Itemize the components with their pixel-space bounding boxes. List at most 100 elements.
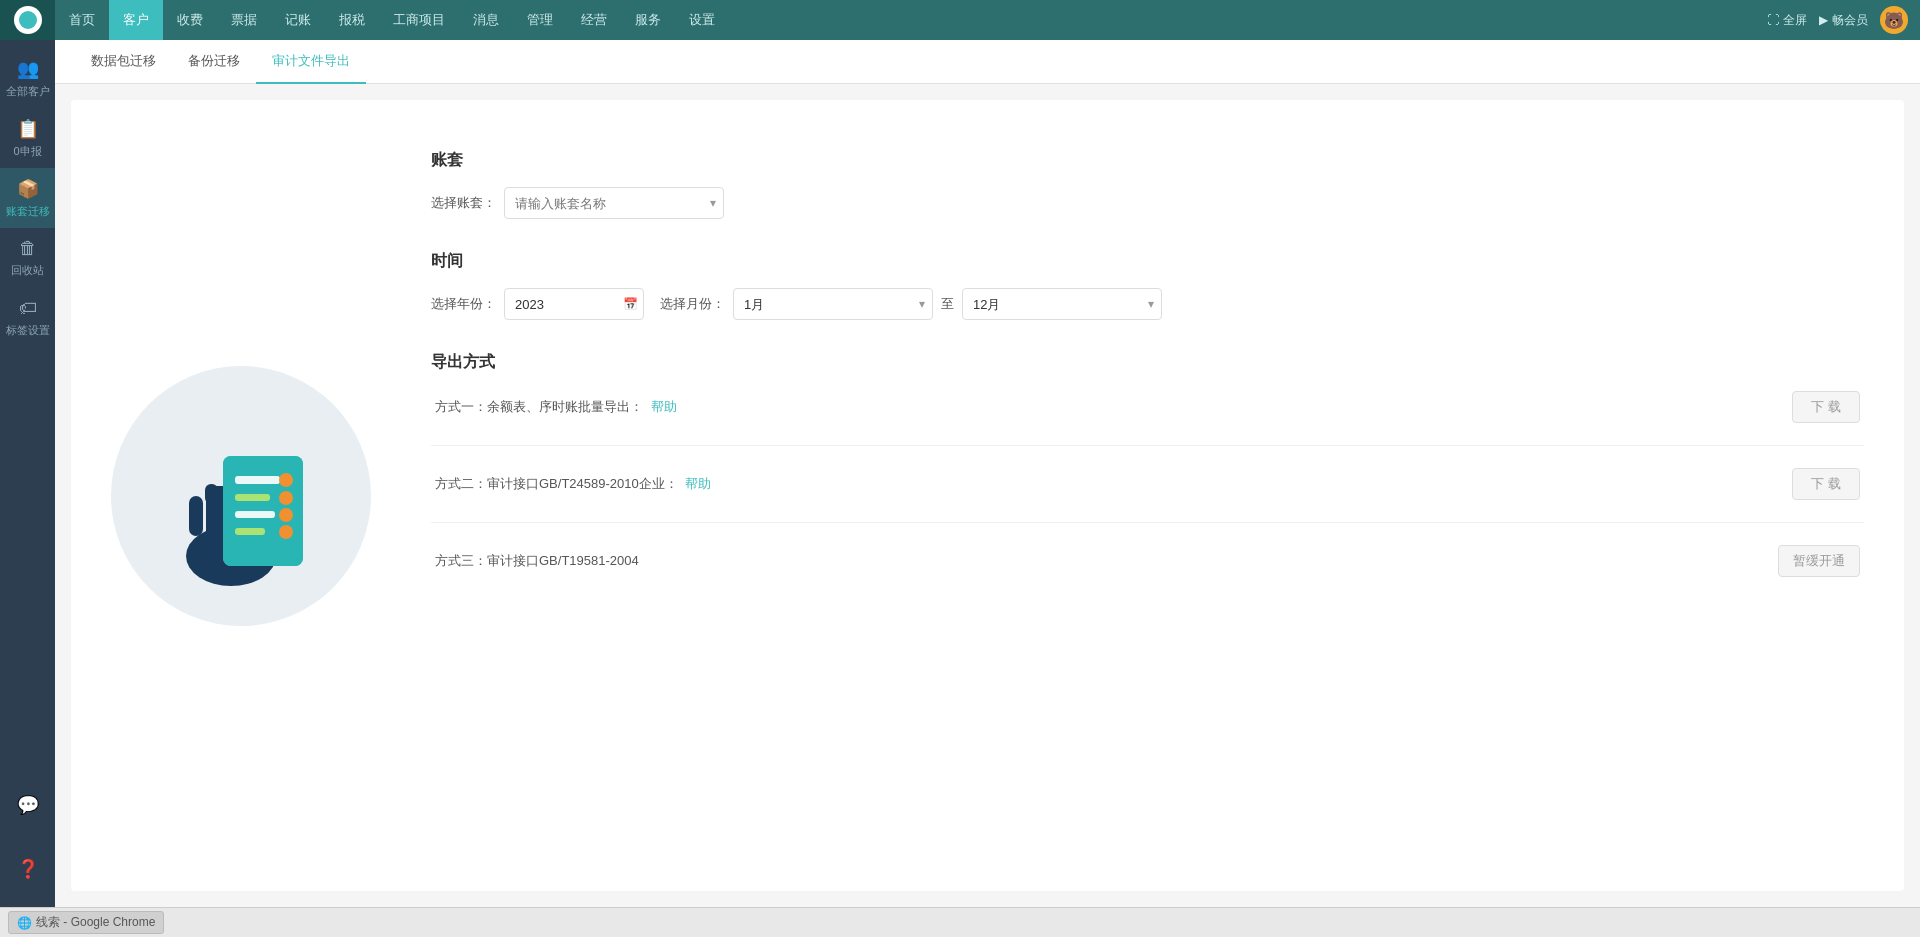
logo-circle [14,6,42,34]
all-customers-icon: 👥 [17,58,39,80]
svg-rect-9 [235,528,265,535]
zero-declaration-icon: 📋 [17,118,39,140]
nav-bookkeeping[interactable]: 记账 [271,0,325,40]
export-method-1-button[interactable]: 下 载 [1792,391,1860,423]
nav-manage[interactable]: 管理 [513,0,567,40]
nav-tax[interactable]: 报税 [325,0,379,40]
export-method-1-row: 方式一：余额表、序时账批量导出： 帮助 下 载 [431,389,1864,425]
month-end-select[interactable]: 1月 2月 3月 4月 5月 6月 7月 8月 9月 10月 11月 12月 [962,288,1162,320]
year-input[interactable] [504,288,644,320]
nav-service[interactable]: 服务 [621,0,675,40]
form-area: 账套 选择账套： 时间 选择年份： 选择月份： [431,130,1864,861]
taskbar-chrome[interactable]: 🌐 线索 - Google Chrome [8,911,164,934]
tab-backup-migration[interactable]: 备份迁移 [172,40,256,84]
svg-rect-2 [189,496,203,536]
month-end-wrapper: 1月 2月 3月 4月 5月 6月 7月 8月 9月 10月 11月 12月 [962,288,1162,320]
time-title: 时间 [431,251,1864,272]
svg-point-12 [279,508,293,522]
chat-icon: 💬 [17,794,39,816]
sidebar-item-tag-settings[interactable]: 🏷 标签设置 [0,288,55,348]
sidebar-item-zero-declaration[interactable]: 📋 0申报 [0,108,55,168]
nav-settings[interactable]: 设置 [675,0,729,40]
nav-items: 首页 客户 收费 票据 记账 报税 工商项目 消息 管理 经营 服务 设置 [55,0,1767,40]
nav-right: ⛶ 全屏 ▶ 畅会员 🐻 [1767,6,1920,34]
svg-rect-6 [235,476,280,484]
nav-operation[interactable]: 经营 [567,0,621,40]
illustration-circle [111,366,371,626]
recycle-icon: 🗑 [19,238,37,259]
taskbar-label: 线索 - Google Chrome [36,914,155,931]
nav-bizproject[interactable]: 工商项目 [379,0,459,40]
svg-point-11 [279,491,293,505]
export-method-2-button[interactable]: 下 载 [1792,468,1860,500]
export-method-2-help[interactable]: 帮助 [685,476,711,491]
account-set-title: 账套 [431,150,1864,171]
divider-2 [431,522,1864,523]
content-area: 数据包迁移 备份迁移 审计文件导出 [55,40,1920,907]
sidebar: 👥 全部客户 📋 0申报 📦 账套迁移 🗑 回收站 🏷 标签设置 💬 ❓ [0,40,55,907]
nav-billing[interactable]: 收费 [163,0,217,40]
avatar[interactable]: 🐻 [1880,6,1908,34]
svg-point-10 [279,473,293,487]
tab-data-migration[interactable]: 数据包迁移 [75,40,172,84]
tab-audit-export[interactable]: 审计文件导出 [256,40,366,84]
chrome-icon: 🌐 [17,916,32,930]
top-navigation: 首页 客户 收费 票据 记账 报税 工商项目 消息 管理 经营 服务 设置 ⛶ … [0,0,1920,40]
export-method-1-help[interactable]: 帮助 [651,399,677,414]
divider-1 [431,445,1864,446]
tab-bar: 数据包迁移 备份迁移 审计文件导出 [55,40,1920,84]
page-content: 账套 选择账套： 时间 选择年份： 选择月份： [71,100,1904,891]
logo[interactable] [0,0,55,40]
account-migration-icon: 📦 [17,178,39,200]
sidebar-item-label: 账套迁移 [6,204,50,219]
fullscreen-icon: ⛶ [1767,13,1779,27]
svg-rect-3 [205,484,218,504]
nav-customer[interactable]: 客户 [109,0,163,40]
tag-settings-icon: 🏷 [19,298,37,319]
nav-message[interactable]: 消息 [459,0,513,40]
year-input-wrapper [504,288,644,320]
year-label: 选择年份： [431,295,504,313]
sidebar-item-account-migration[interactable]: 📦 账套迁移 [0,168,55,228]
main-layout: 👥 全部客户 📋 0申报 📦 账套迁移 🗑 回收站 🏷 标签设置 💬 ❓ [0,40,1920,907]
svg-rect-7 [235,494,270,501]
fullscreen-button[interactable]: ⛶ 全屏 [1767,12,1807,29]
export-method-2-row: 方式二：审计接口GB/T24589-2010企业： 帮助 下 载 [431,466,1864,502]
account-set-select-wrapper [504,187,724,219]
avatar-icon: 🐻 [1884,11,1904,30]
export-method-1-label: 方式一：余额表、序时账批量导出： 帮助 [435,398,1792,416]
sidebar-bottom: 💬 ❓ [0,775,55,907]
svg-rect-8 [235,511,275,518]
bottom-taskbar: 🌐 线索 - Google Chrome [0,907,1920,937]
sidebar-item-label: 0申报 [13,144,41,159]
to-label: 至 [941,295,954,313]
sidebar-item-recycle[interactable]: 🗑 回收站 [0,228,55,288]
svg-point-13 [279,525,293,539]
export-method-3-button[interactable]: 暂缓开通 [1778,545,1860,577]
logo-inner [19,11,37,29]
export-method-3-label: 方式三：审计接口GB/T19581-2004 [435,552,1778,570]
account-set-input[interactable] [504,187,724,219]
export-method-2-label: 方式二：审计接口GB/T24589-2010企业： 帮助 [435,475,1792,493]
export-title: 导出方式 [431,352,1864,373]
account-set-row: 选择账套： [431,187,1864,219]
member-button[interactable]: ▶ 畅会员 [1819,12,1868,29]
member-icon: ▶ [1819,13,1828,27]
help-icon: ❓ [17,858,39,880]
sidebar-item-chat[interactable]: 💬 [0,775,55,835]
sidebar-item-all-customers[interactable]: 👥 全部客户 [0,48,55,108]
month-start-wrapper: 1月 2月 3月 4月 5月 6月 7月 8月 9月 10月 11月 12月 [733,288,933,320]
month-start-select[interactable]: 1月 2月 3月 4月 5月 6月 7月 8月 9月 10月 11月 12月 [733,288,933,320]
illustration-svg [151,396,331,596]
month-label: 选择月份： [660,295,733,313]
account-set-label: 选择账套： [431,194,504,212]
sidebar-item-label: 标签设置 [6,323,50,338]
fullscreen-label: 全屏 [1783,12,1807,29]
sidebar-item-help[interactable]: ❓ [0,839,55,899]
sidebar-item-label: 回收站 [11,263,44,278]
nav-invoice[interactable]: 票据 [217,0,271,40]
nav-home[interactable]: 首页 [55,0,109,40]
sidebar-item-label: 全部客户 [6,84,50,99]
time-row: 选择年份： 选择月份： 1月 2月 3月 4月 5月 6月 7月 [431,288,1864,320]
member-label: 畅会员 [1832,12,1868,29]
